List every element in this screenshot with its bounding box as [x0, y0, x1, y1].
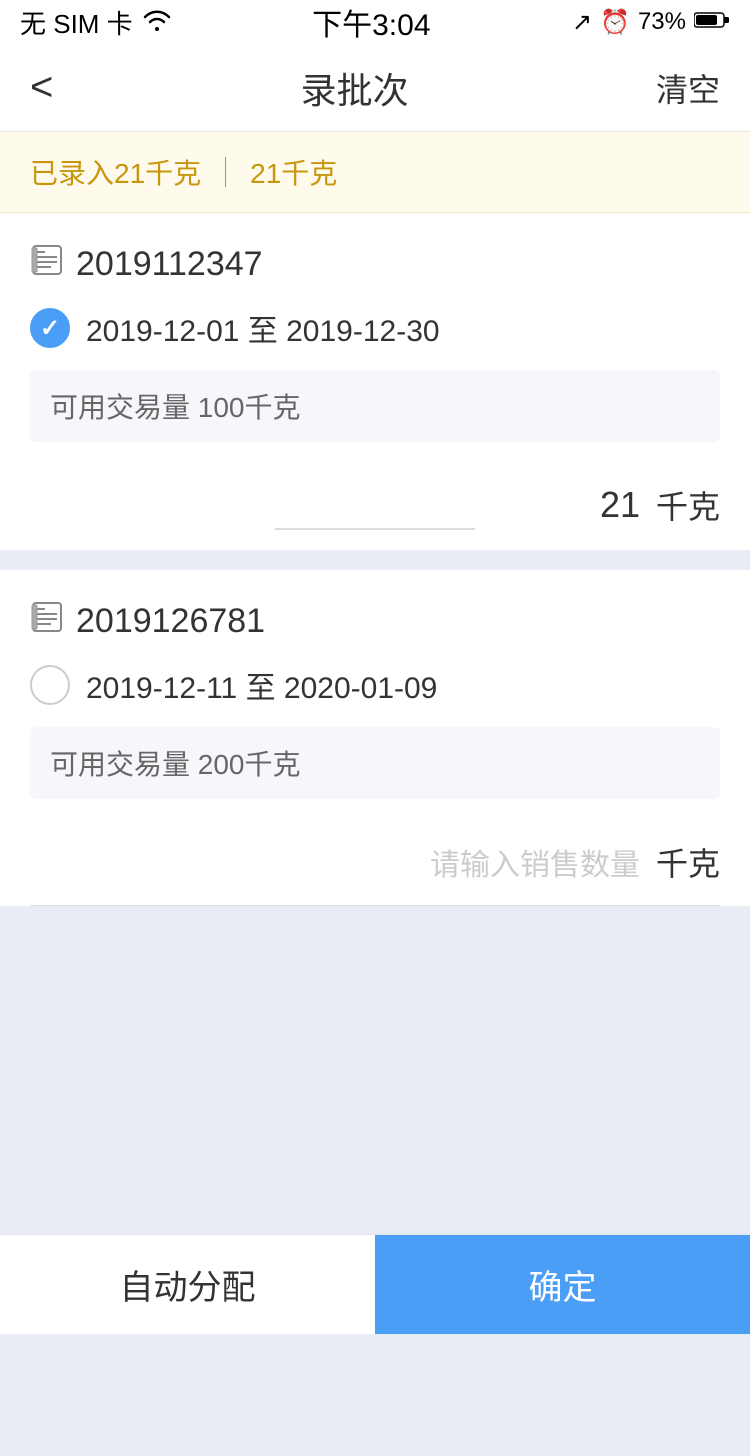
batch-2-date: 2019-12-11 至 2020-01-09 — [86, 663, 437, 707]
batch-1-date: 2019-12-01 至 2019-12-30 — [86, 306, 440, 350]
batch-1-quantity-unit: 千克 — [656, 482, 720, 528]
batch-2-radio[interactable] — [30, 665, 70, 705]
auto-distribute-button[interactable]: 自动分配 — [0, 1235, 375, 1334]
summary-item-2: 21千克 — [250, 152, 337, 192]
section-divider — [0, 550, 750, 570]
batch-2-header: 2019126781 — [0, 570, 750, 653]
bottom-bar: 自动分配 确定 — [0, 1234, 750, 1334]
batch-2-input-row[interactable]: 请输入销售数量 千克 — [0, 819, 750, 905]
batch-1-availability: 可用交易量 100千克 — [30, 370, 720, 442]
status-left: 无 SIM 卡 — [20, 4, 171, 41]
batch-item-2[interactable]: 2019126781 2019-12-11 至 2020-01-09 可用交易量… — [0, 570, 750, 906]
batch-1-radio[interactable] — [30, 308, 70, 348]
battery-icon — [694, 8, 730, 36]
batch-1-header: 2019112347 — [0, 213, 750, 296]
batch-item-1[interactable]: 2019112347 2019-12-01 至 2019-12-30 可用交易量… — [0, 213, 750, 550]
batch-2-number: 2019126781 — [76, 602, 265, 641]
alarm-icon: ⏰ — [600, 8, 630, 37]
status-bar: 无 SIM 卡 下午3:04 ↗ ⏰ 73% — [0, 0, 750, 44]
wifi-icon — [143, 7, 171, 38]
clear-button[interactable]: 清空 — [656, 65, 720, 111]
summary-bar: 已录入21千克 21千克 — [0, 132, 750, 213]
batch-1-input-line — [275, 528, 475, 530]
sim-label: 无 SIM 卡 — [20, 4, 133, 41]
summary-item-1: 已录入21千克 — [30, 152, 201, 192]
batch-1-date-row[interactable]: 2019-12-01 至 2019-12-30 — [0, 296, 750, 360]
confirm-button[interactable]: 确定 — [375, 1235, 750, 1334]
page-title: 录批次 — [301, 62, 409, 114]
status-time: 下午3:04 — [312, 0, 430, 44]
battery-label: 73% — [638, 8, 686, 36]
summary-divider — [225, 157, 226, 187]
nav-bar: < 录批次 清空 — [0, 44, 750, 132]
batch-1-quantity-value: 21 — [600, 484, 640, 526]
batch-1-icon — [30, 243, 64, 286]
back-button[interactable]: < — [30, 65, 53, 110]
batch-2-input-unit: 千克 — [656, 839, 720, 885]
batch-2-icon — [30, 600, 64, 643]
empty-fill-area — [0, 906, 750, 1456]
batch-2-input-placeholder: 请输入销售数量 — [430, 840, 640, 884]
batch-2-availability: 可用交易量 200千克 — [30, 727, 720, 799]
status-right: ↗ ⏰ 73% — [572, 8, 730, 37]
batch-1-quantity-row: 21 千克 — [0, 462, 750, 550]
gps-icon: ↗ — [572, 8, 592, 37]
batch-1-number: 2019112347 — [76, 245, 263, 284]
batch-2-date-row[interactable]: 2019-12-11 至 2020-01-09 — [0, 653, 750, 717]
